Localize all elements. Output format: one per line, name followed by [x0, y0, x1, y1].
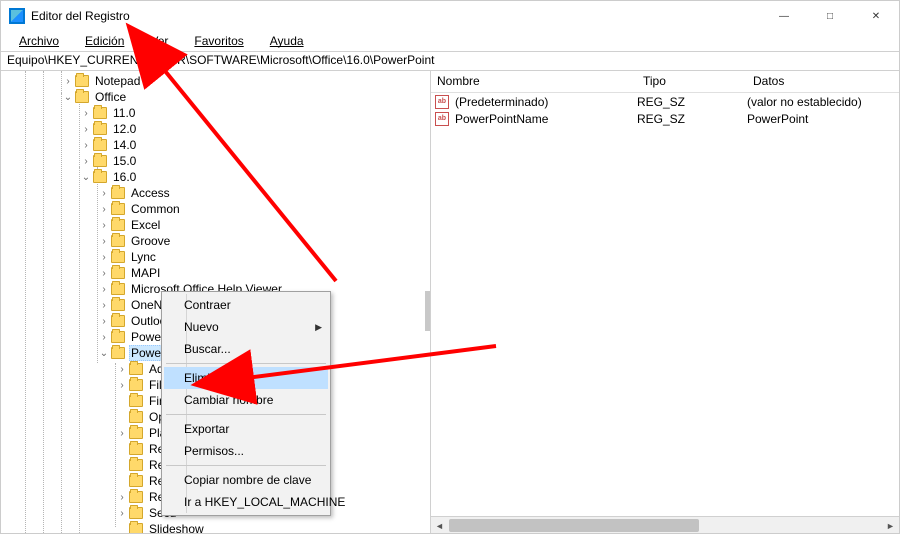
ctx-contraer[interactable]: Contraer: [164, 294, 328, 316]
maximize-button[interactable]: □: [807, 1, 853, 31]
menu-ayuda[interactable]: Ayuda: [258, 33, 316, 49]
regedit-icon: [9, 8, 25, 24]
tree-item-common[interactable]: ›Common: [1, 201, 430, 217]
registry-editor-window: Editor del Registro — □ ✕ Archivo Edició…: [0, 0, 900, 534]
submenu-arrow-icon: ▶: [315, 322, 322, 333]
string-value-icon: ab: [435, 95, 449, 109]
value-row[interactable]: ab PowerPointName REG_SZ PowerPoint: [431, 110, 899, 127]
ctx-cambiar-nombre[interactable]: Cambiar nombre: [164, 389, 328, 411]
string-value-icon: ab: [435, 112, 449, 126]
tree-item-lync[interactable]: ›Lync: [1, 249, 430, 265]
tree-item-groove[interactable]: ›Groove: [1, 233, 430, 249]
close-button[interactable]: ✕: [853, 1, 899, 31]
value-row[interactable]: ab (Predeterminado) REG_SZ (valor no est…: [431, 93, 899, 110]
tree-item-access[interactable]: ›Access: [1, 185, 430, 201]
tree-item-15[interactable]: ›15.0: [1, 153, 430, 169]
ctx-separator: [166, 363, 326, 364]
ctx-nuevo[interactable]: Nuevo▶: [164, 316, 328, 338]
tree-item-excel[interactable]: ›Excel: [1, 217, 430, 233]
tree-item-mapi[interactable]: ›MAPI: [1, 265, 430, 281]
menu-ver[interactable]: Ver: [138, 33, 180, 49]
tree-item-notepad[interactable]: ›Notepad: [1, 73, 430, 89]
menu-archivo[interactable]: Archivo: [7, 33, 71, 49]
values-pane[interactable]: Nombre Tipo Datos ab (Predeterminado) RE…: [431, 71, 899, 533]
titlebar[interactable]: Editor del Registro — □ ✕: [1, 1, 899, 31]
tree-item-slideshow[interactable]: Slideshow: [1, 521, 430, 533]
col-header-name[interactable]: Nombre: [431, 71, 637, 92]
menubar: Archivo Edición Ver Favoritos Ayuda: [1, 31, 899, 51]
horizontal-scrollbar[interactable]: ◄ ►: [431, 516, 899, 533]
tree-item-11[interactable]: ›11.0: [1, 105, 430, 121]
scroll-left-icon[interactable]: ◄: [431, 517, 448, 533]
scroll-right-icon[interactable]: ►: [882, 517, 899, 533]
address-bar[interactable]: Equipo\HKEY_CURRENT_USER\SOFTWARE\Micros…: [1, 51, 899, 71]
window-title: Editor del Registro: [31, 9, 130, 23]
scroll-thumb[interactable]: [449, 519, 699, 532]
tree-item-16[interactable]: ⌄16.0: [1, 169, 430, 185]
ctx-copiar-nombre[interactable]: Copiar nombre de clave: [164, 469, 328, 491]
tree-item-14[interactable]: ›14.0: [1, 137, 430, 153]
ctx-exportar[interactable]: Exportar: [164, 418, 328, 440]
tree-item-12[interactable]: ›12.0: [1, 121, 430, 137]
col-header-type[interactable]: Tipo: [637, 71, 747, 92]
minimize-button[interactable]: —: [761, 1, 807, 31]
tree-item-office[interactable]: ⌄Office: [1, 89, 430, 105]
ctx-eliminar[interactable]: Eliminar: [164, 367, 328, 389]
ctx-permisos[interactable]: Permisos...: [164, 440, 328, 462]
values-header[interactable]: Nombre Tipo Datos: [431, 71, 899, 93]
col-header-data[interactable]: Datos: [747, 71, 899, 92]
ctx-buscar[interactable]: Buscar...: [164, 338, 328, 360]
menu-favoritos[interactable]: Favoritos: [182, 33, 255, 49]
menu-edicion[interactable]: Edición: [73, 33, 136, 49]
window-controls: — □ ✕: [761, 1, 899, 31]
ctx-ir-a-hklm[interactable]: Ir a HKEY_LOCAL_MACHINE: [164, 491, 328, 513]
context-menu[interactable]: Contraer Nuevo▶ Buscar... Eliminar Cambi…: [161, 291, 331, 516]
ctx-separator: [166, 465, 326, 466]
ctx-separator: [166, 414, 326, 415]
